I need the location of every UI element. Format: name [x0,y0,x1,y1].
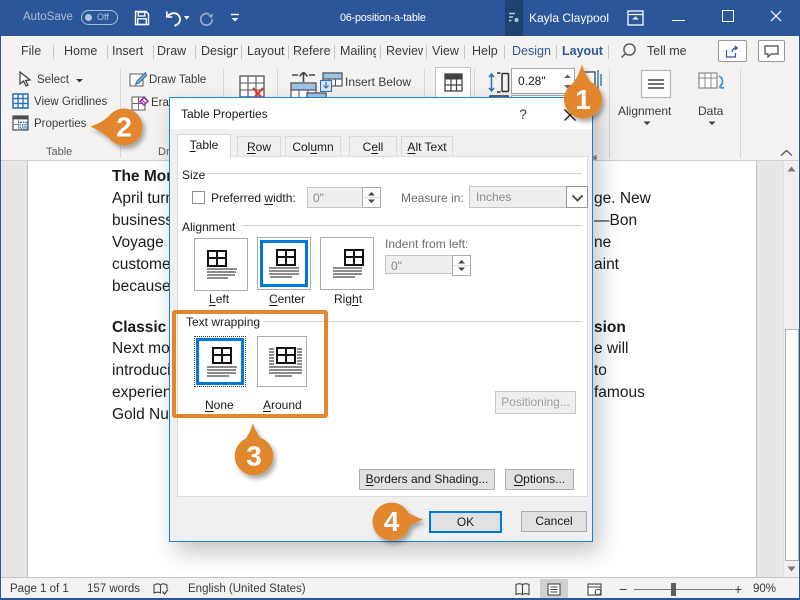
svg-text:4: 4 [384,506,400,537]
svg-text:3: 3 [246,441,262,472]
svg-text:1: 1 [575,84,591,115]
svg-text:2: 2 [116,112,132,143]
